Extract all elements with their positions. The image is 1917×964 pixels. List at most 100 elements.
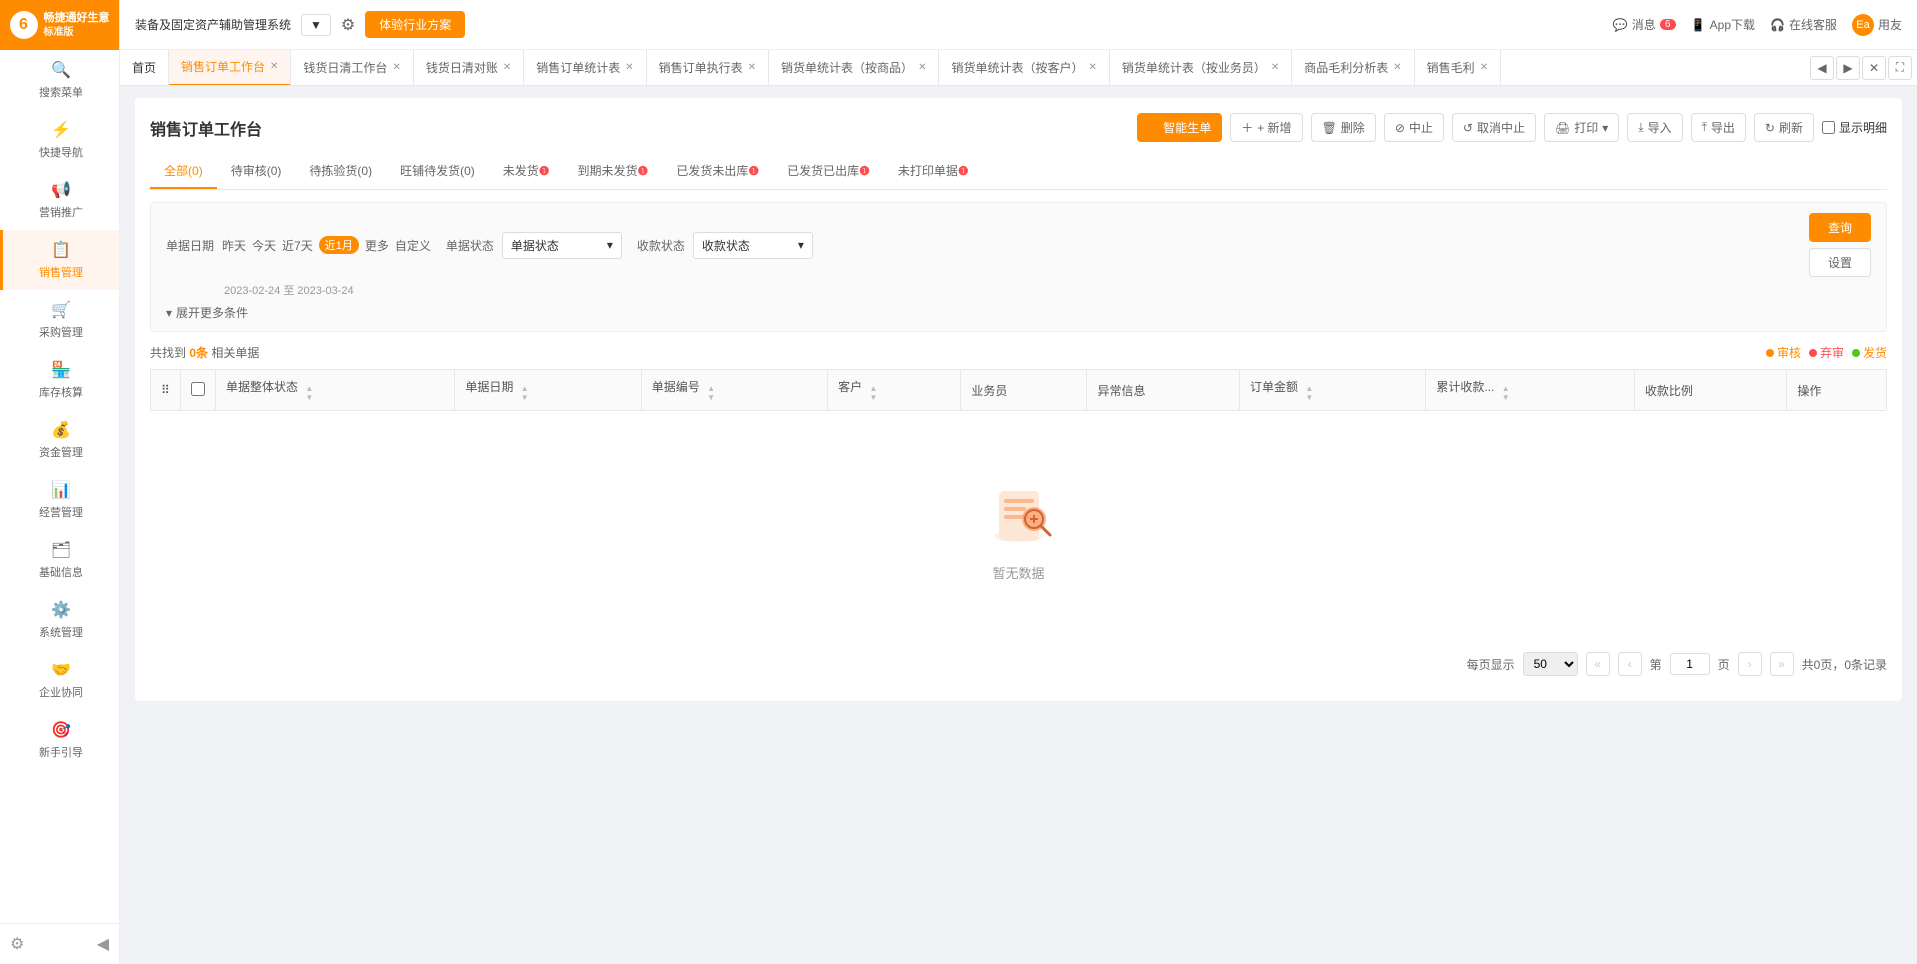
smart-create-button[interactable]: ★ 智能生单 xyxy=(1137,113,1222,142)
tab-sales-workbench[interactable]: 销售订单工作台 ✕ xyxy=(169,50,291,86)
tab-cash-daily-label: 钱货日清工作台 xyxy=(303,59,387,76)
sidebar-item-quick-nav[interactable]: ⚡ 快捷导航 xyxy=(0,110,119,170)
tab-home-label: 首页 xyxy=(132,59,156,76)
tab-sales-stat-staff-close[interactable]: ✕ xyxy=(1271,62,1279,73)
sidebar-item-guide[interactable]: 🎯 新手引导 xyxy=(0,710,119,770)
sub-tab-pending-review[interactable]: 待审核(0) xyxy=(217,154,296,189)
tab-sales-stat-customer-close[interactable]: ✕ xyxy=(1088,62,1096,73)
expand-filter-button[interactable]: ▾ 展开更多条件 xyxy=(166,304,1871,321)
import-icon: ⤓ xyxy=(1638,120,1643,135)
refresh-button[interactable]: ↻ 刷新 xyxy=(1754,113,1814,142)
sidebar-item-sales[interactable]: 📋 销售管理 xyxy=(0,230,119,290)
sub-tab-shipped-out[interactable]: 已发货已出库❶ xyxy=(773,154,884,189)
tab-sales-exec[interactable]: 销售订单执行表 ✕ xyxy=(647,50,769,86)
next-page-button[interactable]: › xyxy=(1738,652,1762,676)
tab-sales-exec-close[interactable]: ✕ xyxy=(748,62,756,73)
tab-home[interactable]: 首页 xyxy=(120,50,169,86)
app-download-action[interactable]: 📱 App下载 xyxy=(1691,16,1755,33)
sidebar-item-operations[interactable]: 📊 经营管理 xyxy=(0,470,119,530)
tab-cash-reconcile-close[interactable]: ✕ xyxy=(503,62,511,73)
sub-tab-wangpu[interactable]: 旺铺待发货(0) xyxy=(386,154,489,189)
reject-action-button[interactable]: 弃审 xyxy=(1809,344,1844,361)
sub-tab-overdue[interactable]: 到期未发货❶ xyxy=(564,154,663,189)
sidebar-item-cooperation[interactable]: 🤝 企业协同 xyxy=(0,650,119,710)
first-page-button[interactable]: « xyxy=(1586,652,1610,676)
user-action[interactable]: Ea 用友 xyxy=(1852,14,1902,36)
cancel-stop-button[interactable]: ↺ 取消中止 xyxy=(1452,113,1536,142)
tab-cash-daily[interactable]: 钱货日清工作台 ✕ xyxy=(291,50,413,86)
query-button[interactable]: 查询 xyxy=(1809,213,1871,242)
message-action[interactable]: 💬 消息 6 xyxy=(1613,16,1676,33)
tab-cash-daily-close[interactable]: ✕ xyxy=(392,62,400,73)
select-all-checkbox[interactable] xyxy=(191,382,205,396)
tab-close-all-button[interactable]: ✕ xyxy=(1862,56,1886,80)
sub-tab-pending-pickup[interactable]: 待拣验货(0) xyxy=(295,154,386,189)
filter-settings-button[interactable]: 设置 xyxy=(1809,248,1871,277)
tab-goods-margin[interactable]: 商品毛利分析表 ✕ xyxy=(1292,50,1414,86)
tab-sales-stats-close[interactable]: ✕ xyxy=(625,62,633,73)
more-shortcut[interactable]: 更多 xyxy=(365,237,389,254)
status-select[interactable]: 单据状态 ▾ xyxy=(502,232,622,259)
system-icon: ⚙️ xyxy=(51,600,71,620)
per-page-select[interactable]: 50 10 20 100 xyxy=(1523,652,1578,676)
tab-cash-reconcile[interactable]: 钱货日清对账 ✕ xyxy=(414,50,524,86)
table-scroll-area[interactable]: ⠿ 单据整体状态 ▲▼ 单据日期 ▲▼ 单据编号 xyxy=(150,369,1887,642)
print-button[interactable]: 🖨 打印 ▾ xyxy=(1544,113,1619,142)
review-action-button[interactable]: 审核 xyxy=(1766,344,1801,361)
tab-goods-margin-close[interactable]: ✕ xyxy=(1393,62,1401,73)
sidebar-item-marketing[interactable]: 📢 营销推广 xyxy=(0,170,119,230)
sidebar-item-purchase[interactable]: 🛒 采购管理 xyxy=(0,290,119,350)
sidebar-item-inventory[interactable]: 🏪 库存核算 xyxy=(0,350,119,410)
show-detail-checkbox[interactable] xyxy=(1822,121,1835,134)
tab-sales-stats[interactable]: 销售订单统计表 ✕ xyxy=(524,50,646,86)
tab-sales-stat-goods-close[interactable]: ✕ xyxy=(918,62,926,73)
tab-sales-exec-label: 销售订单执行表 xyxy=(659,59,743,76)
prev-page-button[interactable]: ‹ xyxy=(1618,652,1642,676)
tab-sales-stat-goods[interactable]: 销货单统计表（按商品） ✕ xyxy=(769,50,939,86)
add-button[interactable]: ＋ + 新增 xyxy=(1230,113,1302,142)
tab-next-button[interactable]: ▶ xyxy=(1836,56,1860,80)
page-input[interactable] xyxy=(1670,653,1710,675)
sidebar-item-finance[interactable]: 💰 资金管理 xyxy=(0,410,119,470)
sidebar-item-basic[interactable]: 🗂 基础信息 xyxy=(0,530,119,590)
tab-sales-stat-goods-label: 销货单统计表（按商品） xyxy=(781,59,913,76)
sidebar-item-search[interactable]: 🔍 搜索菜单 xyxy=(0,50,119,110)
today-shortcut[interactable]: 今天 xyxy=(252,237,276,254)
system-dropdown[interactable]: ▼ xyxy=(301,14,331,36)
payment-select[interactable]: 收款状态 ▾ xyxy=(693,232,813,259)
stop-button[interactable]: ⊘ 中止 xyxy=(1384,113,1444,142)
settings-gear-icon[interactable]: ⚙ xyxy=(341,15,355,35)
7days-shortcut[interactable]: 近7天 xyxy=(282,237,313,254)
tab-cash-reconcile-label: 钱货日清对账 xyxy=(426,59,498,76)
show-detail-toggle[interactable]: 显示明细 xyxy=(1822,119,1887,136)
table-actions: 审核 弃审 发货 xyxy=(1766,344,1887,361)
tab-sales-stat-staff[interactable]: 销货单统计表（按业务员） ✕ xyxy=(1110,50,1292,86)
tab-sales-profit-close[interactable]: ✕ xyxy=(1480,62,1488,73)
import-button[interactable]: ⤓ 导入 xyxy=(1627,113,1682,142)
tab-sales-profit[interactable]: 销售毛利 ✕ xyxy=(1415,50,1501,86)
tab-sales-workbench-close[interactable]: ✕ xyxy=(270,61,278,72)
tab-prev-button[interactable]: ◀ xyxy=(1810,56,1834,80)
th-checkbox[interactable] xyxy=(181,370,216,411)
sub-tab-not-printed[interactable]: 未打印单据❶ xyxy=(884,154,983,189)
tab-fullscreen-button[interactable]: ⛶ xyxy=(1888,56,1912,80)
online-service-action[interactable]: 🎧 在线客服 xyxy=(1770,16,1837,33)
logo-icon: 6 xyxy=(10,11,38,39)
export-button[interactable]: ⤒ 导出 xyxy=(1691,113,1746,142)
ship-action-button[interactable]: 发货 xyxy=(1852,344,1887,361)
collapse-icon[interactable]: ◀ xyxy=(97,934,109,954)
sub-tab-all[interactable]: 全部(0) xyxy=(150,154,217,189)
sub-tab-not-shipped[interactable]: 未发货❶ xyxy=(489,154,564,189)
delete-button[interactable]: 🗑 删除 xyxy=(1311,113,1376,142)
sidebar-item-system[interactable]: ⚙️ 系统管理 xyxy=(0,590,119,650)
industry-solution-button[interactable]: 体验行业方案 xyxy=(365,11,465,38)
sub-tab-shipped-not-out[interactable]: 已发货未出库❶ xyxy=(662,154,773,189)
custom-shortcut[interactable]: 自定义 xyxy=(395,237,431,254)
tab-sales-stat-customer[interactable]: 销货单统计表（按客户） ✕ xyxy=(939,50,1109,86)
last-page-button[interactable]: » xyxy=(1770,652,1794,676)
1month-shortcut[interactable]: 近1月 xyxy=(319,236,359,254)
system-name: 装备及固定资产辅助管理系统 xyxy=(135,16,291,33)
th-date: 单据日期 ▲▼ xyxy=(455,370,641,411)
settings-icon[interactable]: ⚙ xyxy=(10,934,24,954)
yesterday-shortcut[interactable]: 昨天 xyxy=(222,237,246,254)
